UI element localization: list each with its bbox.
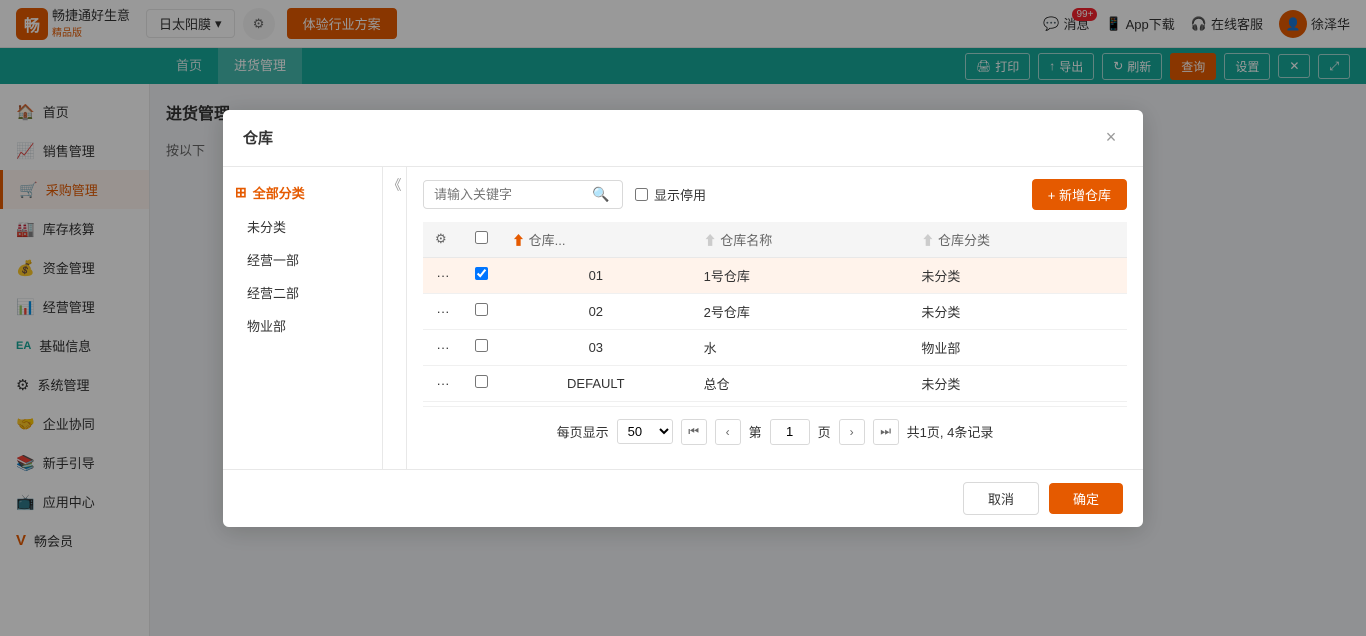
sort-icon-name: ⬆: [704, 233, 717, 248]
page-label: 第: [749, 422, 762, 441]
row-gear[interactable]: ···: [423, 365, 463, 401]
modal-overlay: 仓库 × ⊞ 全部分类 未分类 经营一部 经营二部 物业部 《: [0, 0, 1366, 636]
cancel-btn[interactable]: 取消: [963, 482, 1039, 515]
category-header-label: 全部分类: [253, 183, 305, 202]
row-checkbox-cell[interactable]: [463, 365, 500, 401]
show-disabled-text: 显示停用: [654, 185, 706, 204]
confirm-btn[interactable]: 确定: [1049, 483, 1123, 514]
row-gear[interactable]: ···: [423, 329, 463, 365]
col-category: ⬆ 仓库分类: [909, 222, 1127, 258]
modal-footer: 取消 确定: [223, 469, 1143, 527]
row-category: 未分类: [909, 365, 1127, 401]
page-unit: 页: [818, 422, 831, 441]
row-code: 01: [500, 257, 692, 293]
table-row[interactable]: ··· 02 2号仓库 未分类: [423, 293, 1127, 329]
row-checkbox-cell[interactable]: [463, 257, 500, 293]
search-btn[interactable]: 🔍: [584, 181, 617, 208]
row-checkbox[interactable]: [475, 339, 488, 352]
cat-item-property[interactable]: 物业部: [223, 309, 382, 342]
modal-title: 仓库: [243, 127, 273, 148]
sort-icon-cat: ⬆: [921, 233, 934, 248]
category-grid-icon: ⊞: [235, 184, 247, 201]
col-code: ⬆ 仓库...: [500, 222, 692, 258]
category-header[interactable]: ⊞ 全部分类: [223, 175, 382, 210]
table-row[interactable]: ··· DEFAULT 总仓 未分类: [423, 365, 1127, 401]
row-gear[interactable]: ···: [423, 257, 463, 293]
row-checkbox[interactable]: [475, 303, 488, 316]
row-name: 总仓: [692, 365, 910, 401]
table-row[interactable]: ··· 03 水 物业部: [423, 329, 1127, 365]
table-row[interactable]: ··· 01 1号仓库 未分类: [423, 257, 1127, 293]
modal-close-btn[interactable]: ×: [1099, 126, 1123, 150]
modal-toolbar: 🔍 显示停用 + 新增仓库: [423, 179, 1127, 210]
warehouse-modal: 仓库 × ⊞ 全部分类 未分类 经营一部 经营二部 物业部 《: [223, 110, 1143, 527]
row-category: 未分类: [909, 257, 1127, 293]
col-gear: ⚙: [423, 222, 463, 258]
modal-content-area: 🔍 显示停用 + 新增仓库 ⚙: [407, 167, 1143, 469]
page-size-select[interactable]: 50 20 100: [617, 419, 673, 444]
per-page-label: 每页显示: [557, 422, 609, 441]
last-page-btn[interactable]: ⏭: [873, 419, 899, 445]
row-checkbox-cell[interactable]: [463, 293, 500, 329]
row-gear[interactable]: ···: [423, 293, 463, 329]
row-category: 未分类: [909, 293, 1127, 329]
row-name: 水: [692, 329, 910, 365]
sidebar-collapse-btn[interactable]: 《: [383, 167, 407, 469]
prev-page-btn[interactable]: ‹: [715, 419, 741, 445]
cat-item-ops2[interactable]: 经营二部: [223, 276, 382, 309]
row-code: 02: [500, 293, 692, 329]
total-info: 共1页, 4条记录: [907, 422, 994, 441]
row-checkbox[interactable]: [475, 267, 488, 280]
row-checkbox-cell[interactable]: [463, 329, 500, 365]
pagination: 每页显示 50 20 100 ⏮ ‹ 第 页 › ⏭ 共1页, 4条记录: [423, 406, 1127, 457]
next-page-btn[interactable]: ›: [839, 419, 865, 445]
warehouse-table: ⚙ ⬆ 仓库... ⬆ 仓库名称: [423, 222, 1127, 402]
select-all-checkbox[interactable]: [475, 231, 488, 244]
collapse-icon: 《: [388, 175, 402, 195]
table-header-row: ⚙ ⬆ 仓库... ⬆ 仓库名称: [423, 222, 1127, 258]
add-warehouse-btn[interactable]: + 新增仓库: [1032, 179, 1127, 210]
show-disabled-checkbox[interactable]: [635, 188, 648, 201]
table-container: ⚙ ⬆ 仓库... ⬆ 仓库名称: [423, 222, 1127, 402]
table-body: ··· 01 1号仓库 未分类 ··· 02 2号仓库 未分类 ··· 03 水…: [423, 257, 1127, 401]
search-input[interactable]: [424, 182, 584, 207]
search-box: 🔍: [423, 180, 623, 209]
first-page-btn[interactable]: ⏮: [681, 419, 707, 445]
col-name: ⬆ 仓库名称: [692, 222, 910, 258]
row-code: 03: [500, 329, 692, 365]
modal-body: ⊞ 全部分类 未分类 经营一部 经营二部 物业部 《 🔍: [223, 167, 1143, 469]
modal-header: 仓库 ×: [223, 110, 1143, 167]
modal-category-sidebar: ⊞ 全部分类 未分类 经营一部 经营二部 物业部: [223, 167, 383, 469]
page-input[interactable]: [770, 419, 810, 445]
row-code: DEFAULT: [500, 365, 692, 401]
col-checkbox: [463, 222, 500, 258]
row-name: 2号仓库: [692, 293, 910, 329]
row-category: 物业部: [909, 329, 1127, 365]
row-name: 1号仓库: [692, 257, 910, 293]
row-checkbox[interactable]: [475, 375, 488, 388]
cat-item-unclassified[interactable]: 未分类: [223, 210, 382, 243]
show-disabled-label[interactable]: 显示停用: [635, 185, 706, 204]
sort-icon: ⬆: [512, 233, 525, 248]
cat-item-ops1[interactable]: 经营一部: [223, 243, 382, 276]
gear-icon: ⚙: [435, 231, 447, 246]
